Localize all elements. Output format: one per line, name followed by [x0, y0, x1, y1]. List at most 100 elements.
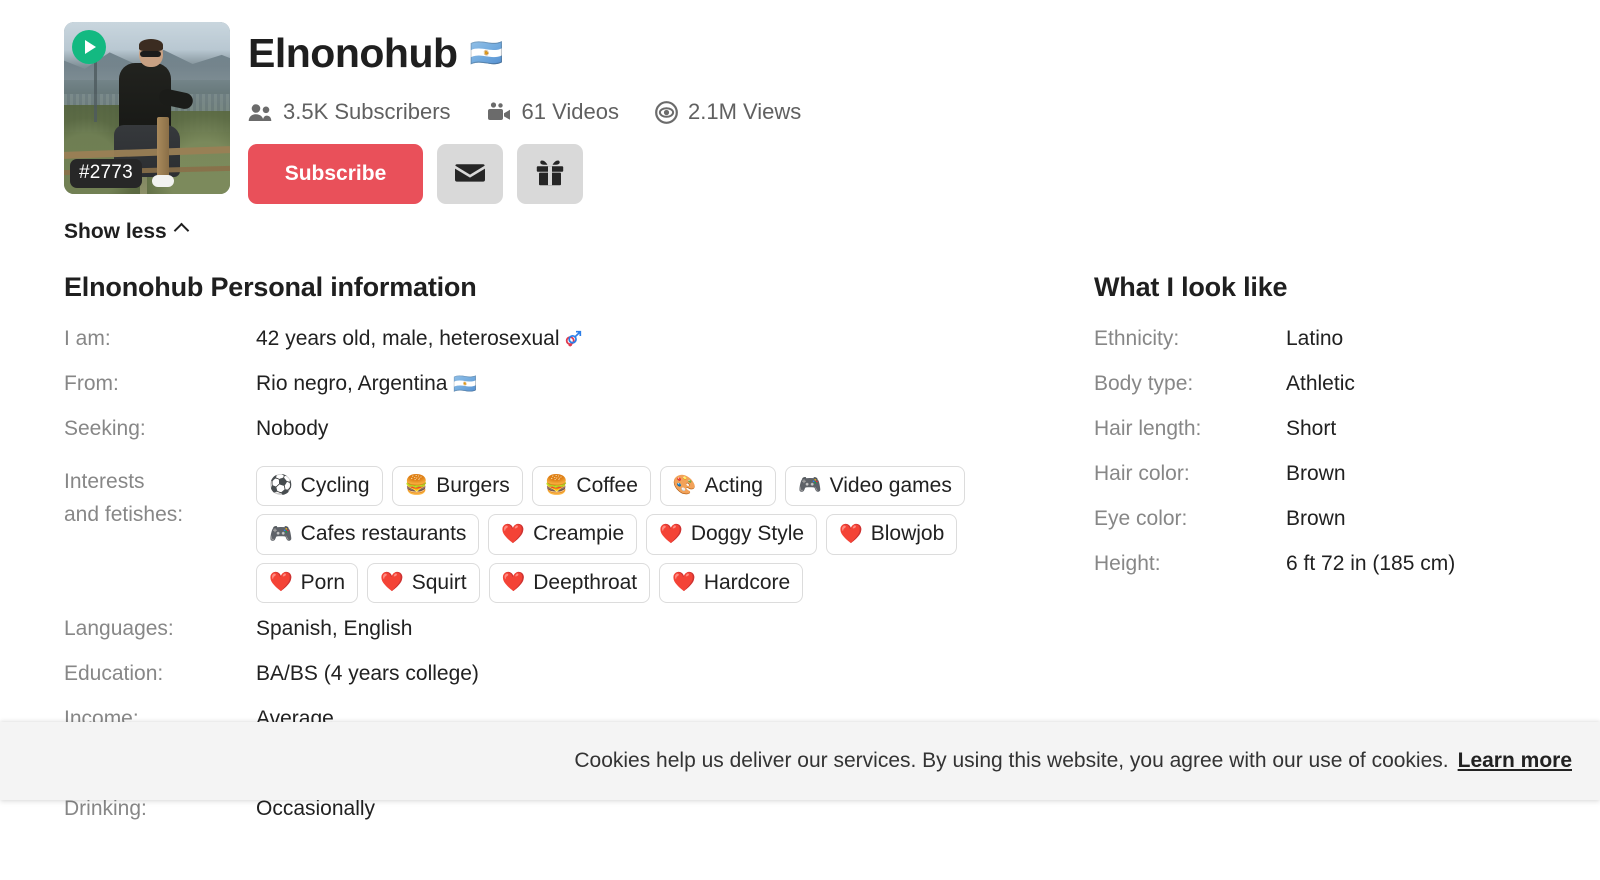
info-label: Seeking:: [64, 417, 146, 440]
info-value: Spanish, English: [256, 617, 413, 641]
profile-header-info: Elnonohub 🇦🇷 3.5K Subscribers 61 Videos …: [248, 22, 801, 204]
interest-tag[interactable]: ❤️ Porn: [256, 562, 359, 604]
info-row: Ethnicity: Latino: [1094, 323, 1564, 368]
videos-camera-icon: [487, 102, 512, 122]
appearance-title: What I look like: [1094, 272, 1288, 302]
info-label: I am:: [64, 327, 111, 350]
info-label: Body type:: [1094, 372, 1194, 395]
interest-tag[interactable]: 🎮 Cafes restaurants: [256, 514, 480, 555]
learn-more-link[interactable]: Learn more: [1458, 749, 1572, 773]
cookie-banner: Cookies help us deliver our services. By…: [0, 722, 1600, 800]
interest-tag-icon: ❤️: [501, 572, 526, 594]
interest-tag-icon: 🎮: [269, 523, 293, 545]
info-row: Body type: Athletic: [1094, 368, 1564, 413]
profile-header: #2773 Elnonohub 🇦🇷 3.5K Subscribers 61 V…: [64, 22, 801, 204]
info-value-text: 42 years old, male, heterosexual: [256, 327, 560, 350]
interest-tag[interactable]: ⚽ Cycling: [256, 466, 383, 507]
stat-videos: 61 Videos: [487, 99, 619, 125]
personal-information-title: Elnonohub Personal information: [64, 272, 477, 302]
info-label: Hair length:: [1094, 417, 1202, 440]
interest-tag-icon: 🍔: [544, 475, 569, 497]
interest-tag-label: Acting: [704, 474, 763, 497]
gender-symbols-icon: [565, 329, 582, 350]
info-value: Latino: [1286, 327, 1344, 350]
stat-views: 2.1M Views: [655, 99, 801, 125]
info-value: Athletic: [1286, 372, 1355, 395]
info-value: Rio negro, Argentina 🇦🇷: [256, 368, 477, 401]
interest-tag[interactable]: 🍔 Burgers: [391, 466, 523, 507]
interest-tag-icon: 🍔: [404, 475, 429, 497]
interest-tag-label: Hardcore: [703, 570, 791, 594]
appearance-table: Ethnicity: Latino Body type: Athletic Hair l…: [1094, 323, 1564, 593]
interest-tag-icon: ❤️: [501, 523, 526, 545]
info-row: Eye color: Brown: [1094, 503, 1564, 548]
info-row: Education: BA/BS (4 years college): [64, 658, 1064, 703]
info-value: Brown: [1286, 507, 1346, 530]
stat-views-label: 2.1M Views: [687, 99, 802, 124]
interest-tag-label: Deepthroat: [533, 570, 638, 594]
interests-tag-list: ⚽ Cycling 🍔 Burgers 🍔 Coffee 🎨 Acting 🎮 Video gam…: [256, 466, 976, 604]
interest-tag-label: Creampie: [533, 522, 625, 546]
page-title: Elnonohub: [248, 29, 458, 76]
info-label: Languages:: [64, 617, 174, 641]
interest-tag[interactable]: ❤️ Squirt: [367, 562, 480, 604]
info-value: Short: [1286, 417, 1337, 440]
info-label: From:: [64, 372, 119, 395]
info-value-text: Rio negro, Argentina: [256, 372, 448, 395]
interest-tag-label: Cafes restaurants: [300, 522, 467, 546]
interest-tag-label: Squirt: [411, 570, 467, 594]
interest-tag-label: Doggy Style: [690, 522, 805, 546]
info-label-interests: Interests and fetishes:: [64, 466, 256, 531]
interest-tag[interactable]: ❤️ Blowjob: [826, 514, 958, 555]
info-row: Languages: Spanish, English: [64, 613, 1064, 658]
interests-label-line2: and fetishes:: [64, 502, 184, 526]
interest-tag[interactable]: ❤️ Creampie: [488, 514, 638, 555]
subscribe-button[interactable]: Subscribe: [248, 144, 423, 204]
rank-badge: #2773: [70, 159, 142, 188]
interest-tag-label: Blowjob: [870, 522, 945, 546]
cookie-message: Cookies help us deliver our services. By…: [574, 749, 1449, 772]
info-row-from: From: Rio negro, Argentina 🇦🇷: [64, 368, 1064, 413]
info-row-interests: Interests and fetishes: ⚽ Cycling 🍔 Burgers…: [64, 466, 1064, 604]
info-row: Height: 6 ft 72 in (185 cm): [1094, 548, 1564, 593]
chevron-up-icon: [173, 222, 189, 239]
info-value: Brown: [1286, 462, 1346, 485]
interest-tag-icon: ❤️: [672, 572, 696, 594]
info-label: Hair color:: [1094, 462, 1190, 485]
info-row-seeking: Seeking: Nobody: [64, 413, 1064, 458]
gift-icon: [536, 159, 564, 189]
envelope-icon: [455, 161, 485, 187]
avatar[interactable]: #2773: [64, 22, 230, 194]
profile-stats: 3.5K Subscribers 61 Videos 2.1M Views: [248, 99, 801, 125]
interest-tag[interactable]: ❤️ Deepthroat: [488, 562, 651, 604]
show-less-toggle[interactable]: Show less: [64, 220, 189, 244]
info-label: Height:: [1094, 552, 1161, 575]
argentina-flag-icon: 🇦🇷: [453, 374, 477, 395]
interest-tag[interactable]: 🎮 Video games: [784, 466, 965, 507]
message-button[interactable]: [437, 144, 503, 204]
interest-tag[interactable]: ❤️ Doggy Style: [646, 514, 818, 555]
views-eye-icon: [655, 100, 678, 124]
interest-tag-label: Cycling: [300, 474, 370, 497]
subscribers-icon: [248, 103, 273, 122]
info-value: 6 ft 72 in (185 cm): [1286, 552, 1456, 575]
argentina-flag-icon: 🇦🇷: [469, 37, 504, 68]
interest-tag[interactable]: ❤️ Hardcore: [659, 562, 804, 604]
stat-videos-label: 61 Videos: [521, 99, 619, 124]
interest-tag-icon: ❤️: [269, 572, 293, 594]
interest-tag[interactable]: 🍔 Coffee: [531, 466, 651, 507]
interest-tag[interactable]: 🎨 Acting: [659, 466, 776, 507]
info-row-i-am: I am: 42 years old, male, heterosexual: [64, 323, 1064, 368]
interest-tag-label: Burgers: [436, 474, 510, 497]
interest-tag-icon: ⚽: [269, 475, 293, 497]
gift-button[interactable]: [517, 144, 583, 204]
info-row: Hair color: Brown: [1094, 458, 1564, 503]
interest-tag-icon: 🎨: [672, 475, 697, 497]
appearance-section: What I look like Ethnicity: Latino Body ty…: [1094, 272, 1564, 593]
profile-actions: Subscribe: [248, 144, 801, 204]
interest-tag-icon: ❤️: [659, 523, 683, 545]
profile-page: #2773 Elnonohub 🇦🇷 3.5K Subscribers 61 V…: [0, 0, 1600, 880]
info-row: Hair length: Short: [1094, 413, 1564, 458]
info-label: Education:: [64, 662, 164, 686]
interest-tag-icon: ❤️: [839, 523, 863, 545]
